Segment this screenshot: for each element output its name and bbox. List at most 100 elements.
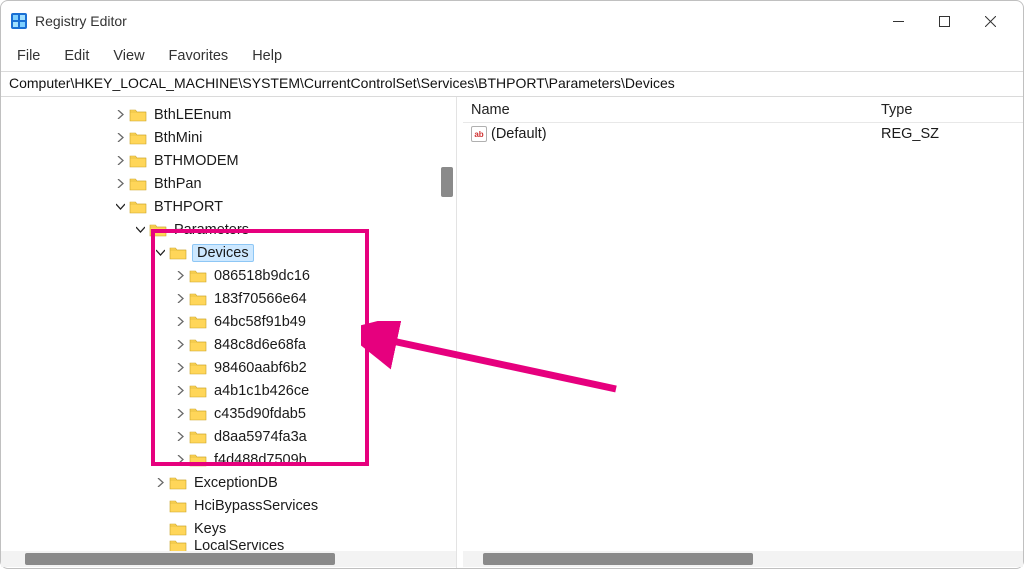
chevron-right-icon[interactable]: [173, 338, 187, 352]
chevron-right-icon[interactable]: [113, 154, 127, 168]
tree-item[interactable]: f4d488d7509b: [1, 448, 456, 471]
tree-item[interactable]: Devices: [1, 241, 456, 264]
folder-icon: [189, 269, 207, 283]
menu-help[interactable]: Help: [242, 44, 292, 68]
value-name: (Default): [491, 126, 547, 142]
folder-icon: [129, 154, 147, 168]
folder-icon: [149, 223, 167, 237]
tree-item-label: Devices: [192, 244, 254, 262]
content-area: BthLEEnum BthMini BTHMODEM BthPan BTHPORT Par…: [1, 97, 1023, 568]
chevron-right-icon[interactable]: [173, 269, 187, 283]
tree-item[interactable]: 086518b9dc16: [1, 264, 456, 287]
menu-file[interactable]: File: [7, 44, 50, 68]
tree-item-label: HciBypassServices: [192, 498, 320, 514]
folder-icon: [189, 407, 207, 421]
tree-item[interactable]: 848c8d6e68fa: [1, 333, 456, 356]
chevron-none-icon: [153, 522, 167, 536]
tree-view[interactable]: BthLEEnum BthMini BTHMODEM BthPan BTHPORT Par…: [1, 97, 456, 552]
tree-item-label: BTHMODEM: [152, 153, 241, 169]
window-title: Registry Editor: [35, 13, 875, 29]
folder-icon: [189, 384, 207, 398]
address-bar[interactable]: Computer\HKEY_LOCAL_MACHINE\SYSTEM\Curre…: [1, 71, 1023, 97]
tree-v-scrollbar-thumb[interactable]: [441, 167, 453, 197]
list-pane: Name Type ab(Default) REG_SZ: [463, 97, 1023, 568]
tree-item-label: f4d488d7509b: [212, 452, 309, 468]
folder-icon: [189, 292, 207, 306]
menu-bar: File Edit View Favorites Help: [1, 41, 1023, 71]
col-name[interactable]: Name: [463, 99, 873, 121]
menu-favorites[interactable]: Favorites: [159, 44, 239, 68]
minimize-button[interactable]: [875, 1, 921, 41]
tree-item[interactable]: BthLEEnum: [1, 103, 456, 126]
folder-icon: [189, 315, 207, 329]
tree-item[interactable]: ExceptionDB: [1, 471, 456, 494]
app-icon: [11, 13, 27, 29]
chevron-right-icon[interactable]: [153, 476, 167, 490]
chevron-right-icon[interactable]: [173, 384, 187, 398]
tree-h-scrollbar-thumb[interactable]: [25, 553, 335, 565]
chevron-right-icon[interactable]: [113, 108, 127, 122]
chevron-down-icon[interactable]: [133, 223, 147, 237]
tree-item[interactable]: HciBypassServices: [1, 494, 456, 517]
chevron-down-icon[interactable]: [113, 200, 127, 214]
menu-edit[interactable]: Edit: [54, 44, 99, 68]
tree-item-label: c435d90fdab5: [212, 406, 308, 422]
chevron-right-icon[interactable]: [173, 430, 187, 444]
folder-icon: [189, 338, 207, 352]
tree-item-label: Keys: [192, 521, 228, 537]
chevron-right-icon[interactable]: [113, 177, 127, 191]
tree-item[interactable]: BthMini: [1, 126, 456, 149]
string-value-icon: ab: [471, 126, 487, 142]
list-row[interactable]: ab(Default) REG_SZ: [463, 123, 1023, 145]
maximize-button[interactable]: [921, 1, 967, 41]
tree-item[interactable]: d8aa5974fa3a: [1, 425, 456, 448]
menu-view[interactable]: View: [103, 44, 154, 68]
folder-icon: [129, 200, 147, 214]
tree-item-label: 64bc58f91b49: [212, 314, 308, 330]
value-type: REG_SZ: [873, 126, 1023, 142]
chevron-right-icon[interactable]: [173, 315, 187, 329]
folder-icon: [189, 361, 207, 375]
tree-item[interactable]: BTHMODEM: [1, 149, 456, 172]
chevron-right-icon[interactable]: [173, 361, 187, 375]
chevron-down-icon[interactable]: [153, 246, 167, 260]
col-type[interactable]: Type: [873, 99, 1023, 121]
tree-item-label: BthMini: [152, 130, 204, 146]
tree-item-label: ExceptionDB: [192, 475, 280, 491]
tree-item[interactable]: BthPan: [1, 172, 456, 195]
folder-icon: [169, 522, 187, 536]
tree-item-label: BthLEEnum: [152, 107, 233, 123]
list-header: Name Type: [463, 97, 1023, 123]
folder-icon: [129, 177, 147, 191]
tree-item-label: 183f70566e64: [212, 291, 309, 307]
tree-item[interactable]: 64bc58f91b49: [1, 310, 456, 333]
list-h-scrollbar-thumb[interactable]: [483, 553, 753, 565]
folder-icon: [169, 246, 187, 260]
chevron-right-icon[interactable]: [173, 407, 187, 421]
folder-icon: [129, 131, 147, 145]
list-body: ab(Default) REG_SZ: [463, 123, 1023, 145]
tree-item[interactable]: 183f70566e64: [1, 287, 456, 310]
tree-item[interactable]: a4b1c1b426ce: [1, 379, 456, 402]
tree-pane: BthLEEnum BthMini BTHMODEM BthPan BTHPORT Par…: [1, 97, 457, 568]
chevron-right-icon[interactable]: [173, 453, 187, 467]
folder-icon: [169, 499, 187, 513]
chevron-right-icon[interactable]: [173, 292, 187, 306]
tree-item-label: d8aa5974fa3a: [212, 429, 309, 445]
tree-item-label: BTHPORT: [152, 199, 225, 215]
tree-item-label: a4b1c1b426ce: [212, 383, 311, 399]
tree-item[interactable]: c435d90fdab5: [1, 402, 456, 425]
tree-item-label: 98460aabf6b2: [212, 360, 309, 376]
tree-item[interactable]: BTHPORT: [1, 195, 456, 218]
tree-item[interactable]: Keys: [1, 517, 456, 540]
tree-item[interactable]: 98460aabf6b2: [1, 356, 456, 379]
folder-icon: [129, 108, 147, 122]
tree-item-label: BthPan: [152, 176, 204, 192]
folder-icon: [189, 453, 207, 467]
folder-icon: [189, 430, 207, 444]
chevron-right-icon[interactable]: [113, 131, 127, 145]
tree-item[interactable]: Parameters: [1, 218, 456, 241]
close-button[interactable]: [967, 1, 1013, 41]
tree-item-label: 848c8d6e68fa: [212, 337, 308, 353]
tree-item-label: Parameters: [172, 222, 251, 238]
